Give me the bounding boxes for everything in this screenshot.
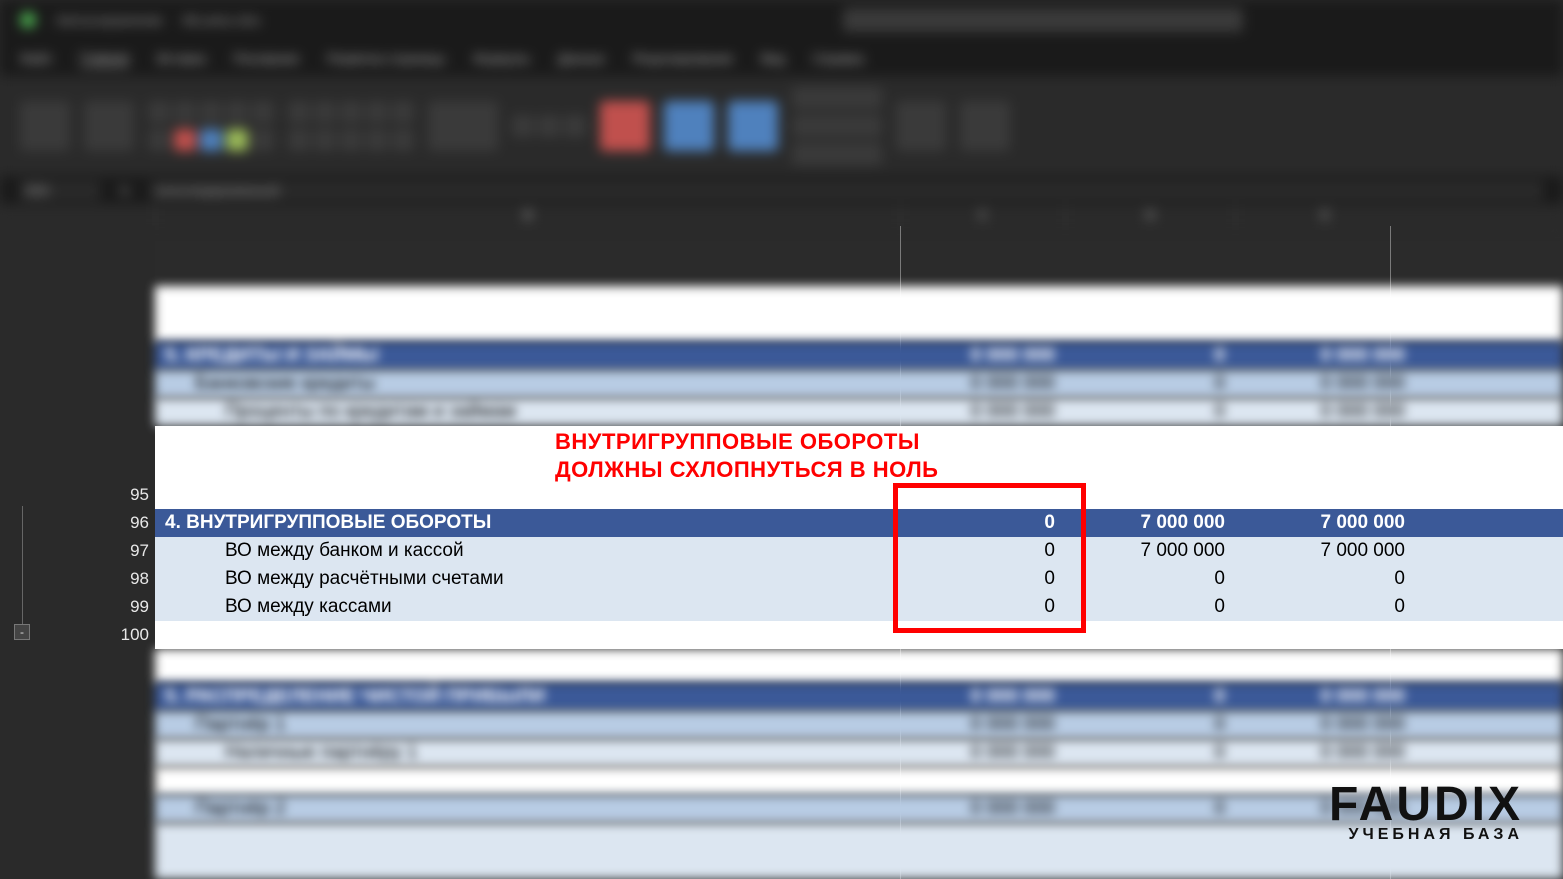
menu-formulas[interactable]: Формулы <box>473 51 530 66</box>
blurred-blank-row <box>155 286 1563 342</box>
blurred-header-row: 5. КРЕДИТЫ И ЗАЙМЫ 0 000 000 0 0 000 000 <box>155 342 1563 370</box>
menu-view[interactable]: Вид <box>761 51 785 66</box>
cond-format-button[interactable] <box>600 101 650 151</box>
cell-b98[interactable]: ВО между расчётными счетами <box>155 565 900 593</box>
cell-c98[interactable]: 0 <box>900 565 1065 593</box>
sort-filter-button[interactable] <box>896 101 946 151</box>
cell-b99[interactable]: ВО между кассами <box>155 593 900 621</box>
find-button[interactable] <box>960 101 1010 151</box>
clipboard-button[interactable] <box>84 101 134 151</box>
row-96[interactable]: 4. ВНУТРИГРУППОВЫЕ ОБОРОТЫ 0 7 000 000 7… <box>155 509 1563 537</box>
outline-strip: - <box>0 226 110 879</box>
rownum-97[interactable]: 97 <box>110 537 155 565</box>
formula-bar: B96 fx консолидированный <box>0 176 1563 204</box>
watermark-sub: УЧЕБНАЯ БАЗА <box>1329 826 1523 844</box>
blurred-sub-row: Наличные партнёру 1 0 000 000 0 0 000 00… <box>155 739 1563 767</box>
cell-c99[interactable]: 0 <box>900 593 1065 621</box>
row-100[interactable] <box>155 621 1563 649</box>
autosave-label: Автосохранение <box>56 12 163 28</box>
cell-d99[interactable]: 0 <box>1065 593 1235 621</box>
menubar: Файл Главная Вставка Рисование Разметка … <box>0 40 1563 76</box>
search-box[interactable] <box>843 8 1243 32</box>
cell-d96[interactable]: 7 000 000 <box>1065 509 1235 537</box>
watermark-main: FAUDIX <box>1329 783 1523 826</box>
blurred-blank-row <box>155 649 1563 683</box>
watermark: FAUDIX УЧЕБНАЯ БАЗА <box>1329 783 1523 844</box>
outline-collapse[interactable]: - <box>14 624 30 640</box>
format-table-button[interactable] <box>664 101 714 151</box>
cell-d98[interactable]: 0 <box>1065 565 1235 593</box>
rownum-95[interactable]: 95 <box>110 481 155 509</box>
cell-d97[interactable]: 7 000 000 <box>1065 537 1235 565</box>
column-headers: B C D E <box>0 204 1563 226</box>
number-format[interactable] <box>428 101 498 151</box>
annotation-line2: ДОЛЖНЫ СХЛОПНУТЬСЯ В НОЛЬ <box>555 456 938 484</box>
menu-home[interactable]: Главная <box>80 50 129 67</box>
rownum-100[interactable]: 100 <box>110 621 155 649</box>
menu-data[interactable]: Данные <box>558 51 605 66</box>
annotation-text: ВНУТРИГРУППОВЫЕ ОБОРОТЫ ДОЛЖНЫ СХЛОПНУТЬ… <box>555 428 938 483</box>
titlebar: Автосохранение MLoans.xlsx <box>0 0 1563 40</box>
row-99[interactable]: ВО между кассами 0 0 0 <box>155 593 1563 621</box>
blurred-header-row: 5. РАСПРЕДЕЛЕНИЕ ЧИСТОЙ ПРИБЫЛИ 0 000 00… <box>155 683 1563 711</box>
rownum-96[interactable]: 96 <box>110 509 155 537</box>
row-97[interactable]: ВО между банком и кассой 0 7 000 000 7 0… <box>155 537 1563 565</box>
rownum-strip: 95 96 97 98 99 100 <box>110 226 155 879</box>
menu-layout[interactable]: Разметка страницы <box>327 51 445 66</box>
row-98[interactable]: ВО между расчётными счетами 0 0 0 <box>155 565 1563 593</box>
blurred-sub-row: Партнёр 1 0 000 000 0 0 000 000 <box>155 711 1563 739</box>
rownum-99[interactable]: 99 <box>110 593 155 621</box>
rownum-98[interactable]: 98 <box>110 565 155 593</box>
cell-e96[interactable]: 7 000 000 <box>1235 509 1415 537</box>
name-box[interactable]: B96 <box>20 181 100 200</box>
menu-insert[interactable]: Вставка <box>157 51 205 66</box>
cell-c96[interactable]: 0 <box>900 509 1065 537</box>
menu-help[interactable]: Справка <box>813 51 864 66</box>
cell-e99[interactable]: 0 <box>1235 593 1415 621</box>
menu-file[interactable]: Файл <box>20 51 52 66</box>
menu-draw[interactable]: Рисование <box>234 51 299 66</box>
cell-b96[interactable]: 4. ВНУТРИГРУППОВЫЕ ОБОРОТЫ <box>155 509 900 537</box>
paste-button[interactable] <box>20 101 70 151</box>
cell-styles-button[interactable] <box>728 101 778 151</box>
annotation-line1: ВНУТРИГРУППОВЫЕ ОБОРОТЫ <box>555 428 938 456</box>
blurred-sub-row: Банковские кредиты 0 000 000 0 0 000 000 <box>155 370 1563 398</box>
cell-e97[interactable]: 7 000 000 <box>1235 537 1415 565</box>
ribbon <box>0 76 1563 176</box>
cell-b97[interactable]: ВО между банком и кассой <box>155 537 900 565</box>
menu-review[interactable]: Рецензирование <box>633 51 733 66</box>
cell-c97[interactable]: 0 <box>900 537 1065 565</box>
cell-e98[interactable]: 0 <box>1235 565 1415 593</box>
formula-input[interactable]: консолидированный <box>150 181 1543 200</box>
blurred-sub-row: Проценты по кредитам и займам 0 000 000 … <box>155 398 1563 426</box>
filename-label: MLoans.xlsx <box>183 12 261 28</box>
